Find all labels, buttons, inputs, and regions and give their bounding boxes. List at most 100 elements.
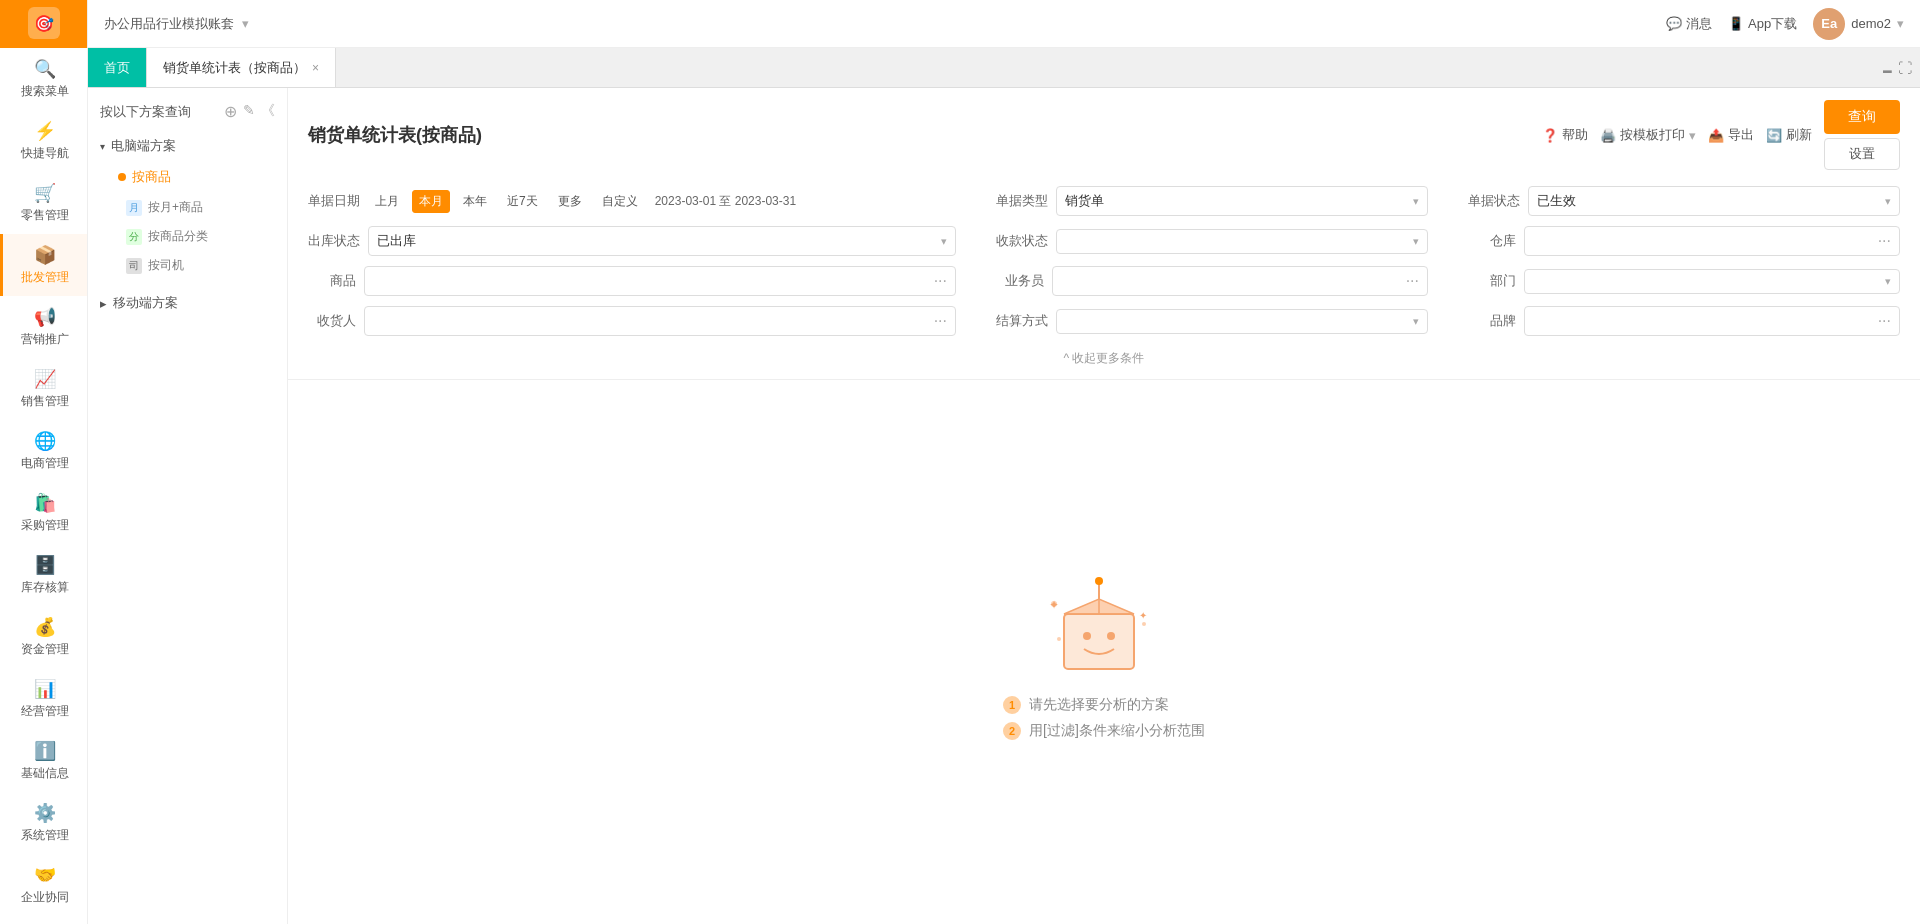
goods-input[interactable]: ···: [364, 266, 956, 296]
message-icon: 💬: [1666, 16, 1682, 31]
settle-label: 结算方式: [996, 312, 1048, 330]
out-status-select[interactable]: 已出库 ▾: [368, 226, 956, 256]
sidebar-item-basic[interactable]: ℹ️ 基础信息: [0, 730, 87, 792]
edit-scheme-icon[interactable]: ✎: [243, 102, 255, 121]
filter-cell-out-status: 出库状态 已出库 ▾: [308, 226, 956, 256]
empty-state: ✦ ✦ 1 请先选择要分析的方案 2 用[过滤]条件来缩小分析范围: [288, 380, 1920, 924]
filter-group-desktop-title[interactable]: ▾ 电脑端方案: [88, 131, 287, 161]
sidebar-item-sales[interactable]: 📈 销售管理: [0, 358, 87, 420]
filter-row-2: 出库状态 已出库 ▾ 收款状态 ▾: [308, 226, 1900, 256]
user-dropdown-icon: ▾: [1897, 16, 1904, 31]
main-area: 办公用品行业模拟账套 ▾ 💬 消息 📱 App下载 Ea demo2 ▾ 首页 …: [88, 0, 1920, 924]
refresh-icon: 🔄: [1766, 128, 1782, 143]
warehouse-dots-icon: ···: [1878, 232, 1891, 250]
refresh-btn[interactable]: 🔄 刷新: [1766, 126, 1812, 144]
warehouse-input[interactable]: ···: [1524, 226, 1900, 256]
topbar-left: 办公用品行业模拟账套 ▾: [104, 15, 249, 33]
setting-button[interactable]: 设置: [1824, 138, 1900, 170]
dept-select[interactable]: ▾: [1524, 269, 1900, 294]
pay-status-label: 收款状态: [996, 232, 1048, 250]
help-btn[interactable]: ❓ 帮助: [1542, 126, 1588, 144]
sidebar-item-guide[interactable]: 🧭 新手引导: [0, 916, 87, 924]
hint-num-1: 1: [1003, 696, 1021, 714]
category-icon: 分: [126, 229, 142, 245]
tab-sales-stats[interactable]: 销货单统计表（按商品） ×: [147, 48, 336, 87]
collapse-panel-icon[interactable]: 《: [261, 102, 275, 121]
filter-item-by-goods[interactable]: 按商品: [88, 161, 287, 193]
filter-item-by-month-goods[interactable]: 月 按月+商品: [88, 193, 287, 222]
date-btn-custom[interactable]: 自定义: [595, 190, 645, 213]
filter-cell-receiver: 收货人 ···: [308, 306, 956, 336]
calendar-icon: 月: [126, 200, 142, 216]
query-button[interactable]: 查询: [1824, 100, 1900, 134]
doc-status-select[interactable]: 已生效 ▾: [1528, 186, 1900, 216]
print-btn[interactable]: 🖨️ 按模板打印 ▾: [1600, 126, 1696, 144]
date-btn-this-year[interactable]: 本年: [456, 190, 494, 213]
date-btn-more[interactable]: 更多: [551, 190, 589, 213]
doc-type-select[interactable]: 销货单 ▾: [1056, 186, 1428, 216]
help-icon: ❓: [1542, 128, 1558, 143]
svg-point-4: [1083, 632, 1091, 640]
tab-minimize-icon[interactable]: 🗕: [1880, 60, 1894, 76]
filter-cell-salesman: 业务员 ···: [996, 266, 1428, 296]
filter-item-by-cashier[interactable]: 司 按司机: [88, 251, 287, 280]
collapse-btn[interactable]: ^ 收起更多条件: [308, 346, 1900, 375]
receiver-input[interactable]: ···: [364, 306, 956, 336]
sidebar-item-system[interactable]: ⚙️ 系统管理: [0, 792, 87, 854]
messages-btn[interactable]: 💬 消息: [1666, 15, 1712, 33]
sidebar-item-search[interactable]: 🔍 搜索菜单: [0, 48, 87, 110]
filter-panel-header: 按以下方案查询 ⊕ ✎ 《: [88, 96, 287, 127]
add-scheme-icon[interactable]: ⊕: [224, 102, 237, 121]
finance-icon: 💰: [34, 616, 56, 638]
download-icon: 📱: [1728, 16, 1744, 31]
inventory-icon: 🗄️: [34, 554, 56, 576]
date-btn-last-month[interactable]: 上月: [368, 190, 406, 213]
empty-illustration: ✦ ✦: [1044, 564, 1164, 684]
filter-group-desktop: ▾ 电脑端方案 按商品 月 按月+商品 分 按商品分类 司 按司机: [88, 127, 287, 284]
sidebar-item-inventory[interactable]: 🗄️ 库存核算: [0, 544, 87, 606]
system-icon: ⚙️: [34, 802, 56, 824]
tab-close-icon[interactable]: ×: [312, 61, 319, 75]
app-download-btn[interactable]: 📱 App下载: [1728, 15, 1797, 33]
sidebar-item-purchase[interactable]: 🛍️ 采购管理: [0, 482, 87, 544]
sidebar-item-quicknav[interactable]: ⚡ 快捷导航: [0, 110, 87, 172]
sidebar-item-operation[interactable]: 📊 经营管理: [0, 668, 87, 730]
filter-group-mobile-title[interactable]: ▸ 移动端方案: [88, 288, 287, 318]
date-btn-this-month[interactable]: 本月: [412, 190, 450, 213]
cooperation-icon: 🤝: [34, 864, 56, 886]
brand-input[interactable]: ···: [1524, 306, 1900, 336]
tabs-spacer: [336, 48, 1872, 87]
logo-icon: 🎯: [28, 7, 60, 39]
sidebar-item-retail[interactable]: 🛒 零售管理: [0, 172, 87, 234]
pay-status-select[interactable]: ▾: [1056, 229, 1428, 254]
settle-select[interactable]: ▾: [1056, 309, 1428, 334]
tab-maximize-icon[interactable]: ⛶: [1898, 60, 1912, 76]
sidebar-item-finance[interactable]: 💰 资金管理: [0, 606, 87, 668]
expand-arrow-icon: ▾: [100, 141, 105, 152]
page-title: 销货单统计表(按商品): [308, 123, 482, 147]
empty-hint-2: 2 用[过滤]条件来缩小分析范围: [1003, 722, 1205, 740]
sidebar-item-wholesale[interactable]: 📦 批发管理: [0, 234, 87, 296]
brand-dots-icon: ···: [1878, 312, 1891, 330]
quicknav-icon: ⚡: [34, 120, 56, 142]
export-btn[interactable]: 📤 导出: [1708, 126, 1754, 144]
salesman-input[interactable]: ···: [1052, 266, 1428, 296]
tab-home[interactable]: 首页: [88, 48, 147, 87]
filter-item-by-category[interactable]: 分 按商品分类: [88, 222, 287, 251]
industry-dropdown-icon[interactable]: ▾: [242, 16, 249, 31]
dept-chevron-icon: ▾: [1885, 275, 1891, 288]
filter-row-4: 收货人 ··· 结算方式 ▾: [308, 306, 1900, 336]
page-actions: ❓ 帮助 🖨️ 按模板打印 ▾ 📤 导出 🔄 刷新: [1542, 100, 1900, 170]
person-icon: 司: [126, 258, 142, 274]
date-btn-7days[interactable]: 近7天: [500, 190, 545, 213]
goods-dots-icon: ···: [934, 272, 947, 290]
sidebar-item-cooperation[interactable]: 🤝 企业协同: [0, 854, 87, 916]
sidebar-item-marketing[interactable]: 📢 营销推广: [0, 296, 87, 358]
date-label: 单据日期: [308, 192, 360, 210]
user-profile[interactable]: Ea demo2 ▾: [1813, 8, 1904, 40]
sidebar: 🎯 🔍 搜索菜单 ⚡ 快捷导航 🛒 零售管理 📦 批发管理 📢 营销推广 📈 销…: [0, 0, 88, 924]
sidebar-item-ecommerce[interactable]: 🌐 电商管理: [0, 420, 87, 482]
doc-type-chevron-icon: ▾: [1413, 195, 1419, 208]
doc-type-label: 单据类型: [996, 192, 1048, 210]
tabs-controls: 🗕 ⛶: [1872, 48, 1920, 87]
